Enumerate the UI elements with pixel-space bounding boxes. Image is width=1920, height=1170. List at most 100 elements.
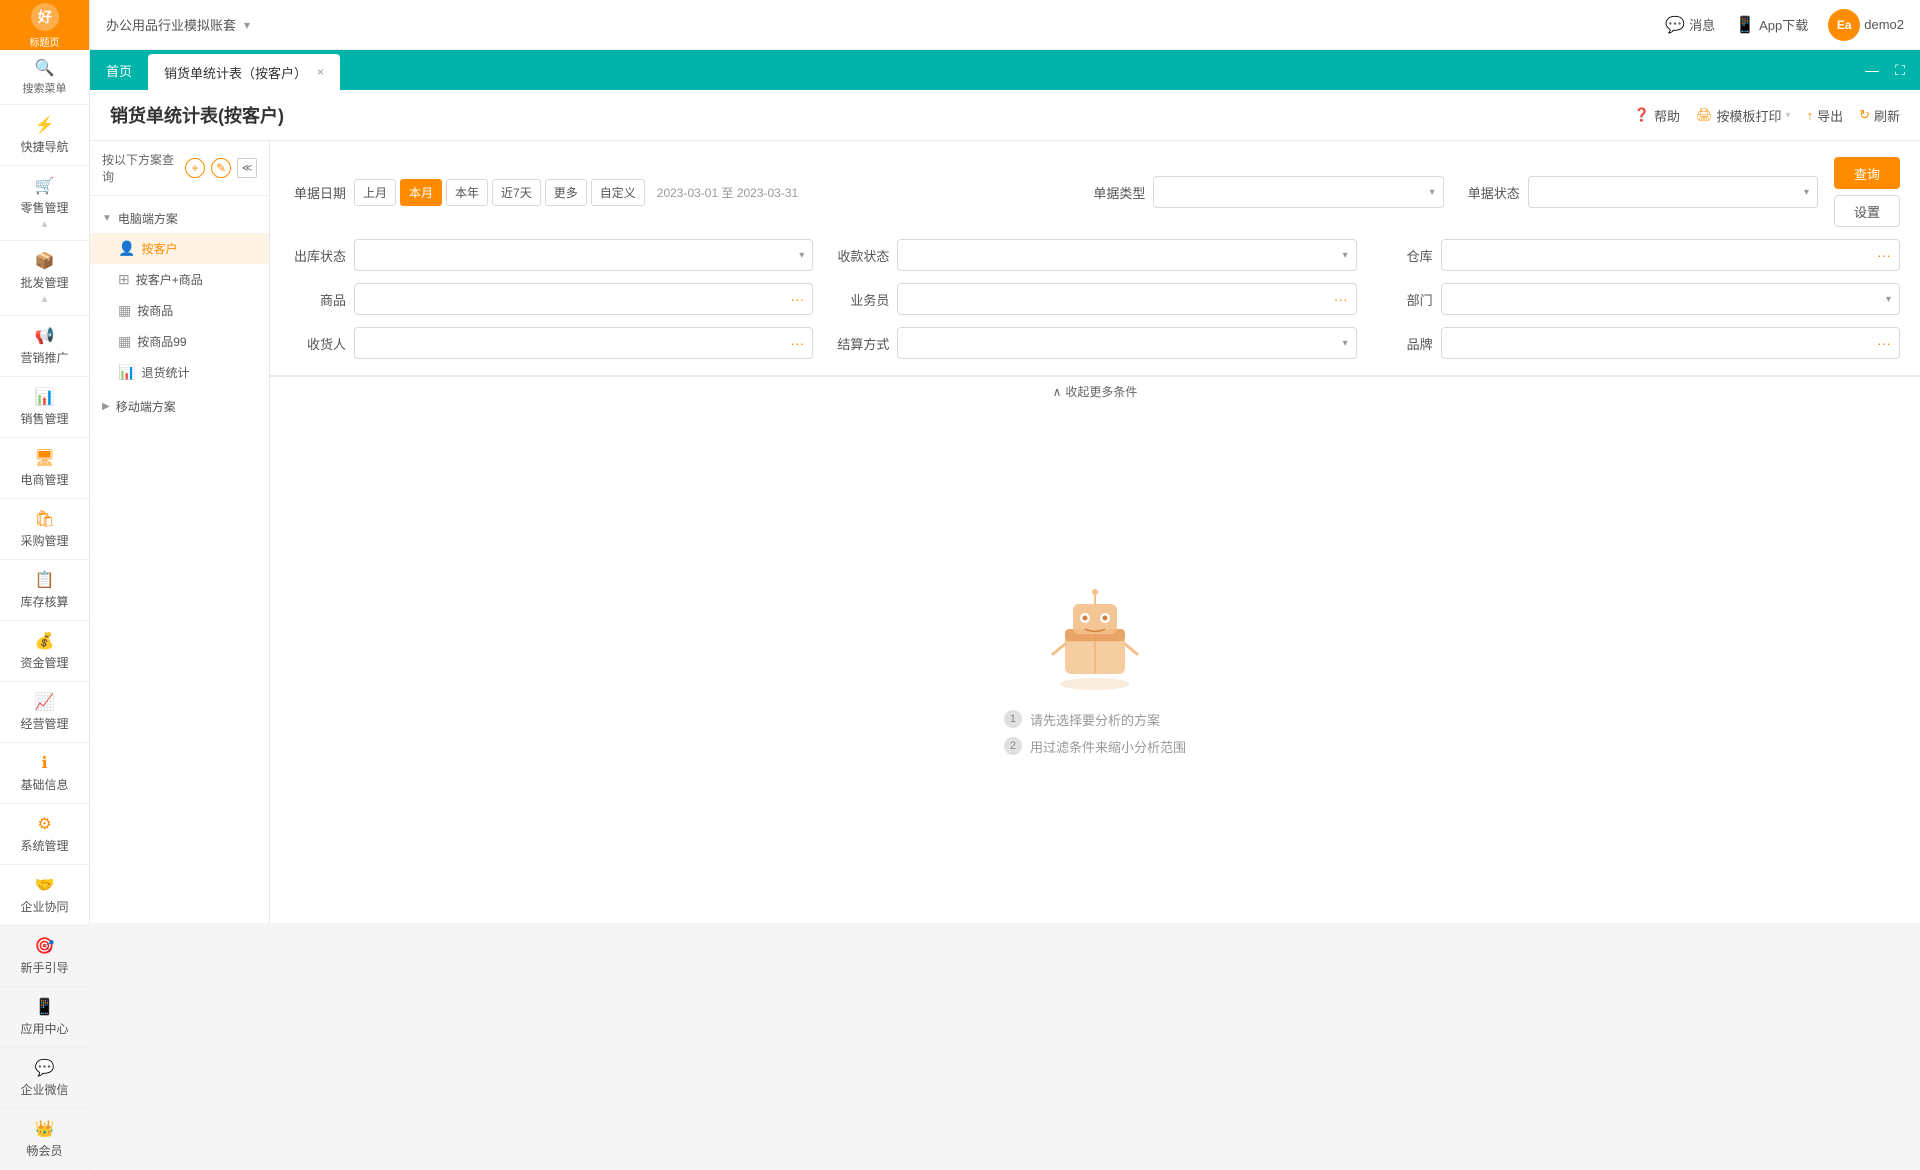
- filter-field-staff: 业务员 ···: [833, 283, 1356, 315]
- filter-group-mobile-header[interactable]: ▶ 移动端方案: [90, 392, 269, 421]
- sidebar-item-basic[interactable]: ℹ 基础信息: [0, 743, 89, 804]
- filter-panel-header-icons: + ✎ ≪: [185, 158, 257, 178]
- help-icon: ❓: [1634, 107, 1650, 123]
- sidebar-item-app-center[interactable]: 📱 应用中心: [0, 987, 89, 1048]
- tab-maximize-button[interactable]: ⛶: [1890, 60, 1910, 80]
- receiver-label: 收货人: [290, 334, 346, 353]
- sidebar-item-search[interactable]: 🔍 搜索菜单: [0, 50, 89, 105]
- filter-item-return-stats[interactable]: 📊 退货统计: [90, 357, 269, 388]
- sidebar-item-enterprise[interactable]: 🤝 企业协同: [0, 865, 89, 926]
- doc-status-select[interactable]: ▾: [1528, 176, 1818, 208]
- receipt-status-label: 收款状态: [833, 246, 889, 265]
- help-button[interactable]: ❓ 帮助: [1634, 106, 1680, 125]
- date-btn-this-year[interactable]: 本年: [446, 179, 488, 206]
- filter-field-doc-type: 单据类型 ▾: [1089, 176, 1443, 208]
- collapse-panel-button[interactable]: ≪: [237, 158, 257, 178]
- staff-select[interactable]: ···: [897, 283, 1356, 315]
- print-icon: 🖨: [1696, 107, 1713, 123]
- empty-tip-2: 2 用过滤条件来缩小分析范围: [1004, 737, 1186, 756]
- print-button[interactable]: 🖨 按模板打印 ▾: [1696, 106, 1791, 125]
- filter-item-by-product[interactable]: ▦ 按商品: [90, 295, 269, 326]
- date-btn-prev-month[interactable]: 上月: [354, 179, 396, 206]
- filter-item-by-product-label: 按商品: [137, 302, 173, 319]
- filter-field-department: 部门 ▾: [1377, 283, 1900, 315]
- receiver-dots-icon: ···: [790, 335, 804, 351]
- edit-scheme-button[interactable]: ✎: [211, 158, 231, 178]
- department-select[interactable]: ▾: [1441, 283, 1900, 315]
- receiver-select[interactable]: ···: [354, 327, 813, 359]
- top-header: 办公用品行业模拟账套 ▾ 💬 消息 📱 App下载 Ea demo2: [90, 0, 1920, 50]
- refresh-button[interactable]: ↻ 刷新: [1859, 106, 1900, 125]
- doc-type-chevron-icon: ▾: [1430, 187, 1435, 198]
- setting-button[interactable]: 设置: [1834, 195, 1900, 227]
- tip-2-text: 用过滤条件来缩小分析范围: [1030, 737, 1186, 756]
- filter-row-1: 单据日期 上月 本月 本年 近7天 更多 自定义 2023-03-01 至 20…: [290, 157, 1900, 227]
- print-label: 按模板打印: [1717, 106, 1782, 125]
- date-btn-this-month[interactable]: 本月: [400, 179, 442, 206]
- sidebar-item-inventory[interactable]: 📋 库存核算: [0, 560, 89, 621]
- sidebar-item-wholesale[interactable]: 📦 批发管理 ▲: [0, 241, 89, 316]
- sidebar-item-system[interactable]: ⚙ 系统管理: [0, 804, 89, 865]
- sidebar-item-inventory-label: 库存核算: [20, 593, 68, 610]
- sidebar-item-guide[interactable]: 🎯 新手引导: [0, 926, 89, 987]
- filter-item-by-customer[interactable]: 👤 按客户: [90, 233, 269, 264]
- sidebar-item-retail[interactable]: 🛒 零售管理 ▲: [0, 166, 89, 241]
- doc-type-select[interactable]: ▾: [1153, 176, 1443, 208]
- date-btn-custom[interactable]: 自定义: [591, 179, 645, 206]
- filter-tree: ▼ 电脑端方案 👤 按客户 ⊞ 按客户+商品 ▦: [90, 196, 269, 433]
- filter-item-by-customer-product-label: 按客户+商品: [136, 271, 203, 288]
- help-label: 帮助: [1654, 106, 1680, 125]
- sidebar-item-quick-nav[interactable]: ⚡ 快捷导航: [0, 105, 89, 166]
- sidebar-item-purchase[interactable]: 🛍 采购管理: [0, 499, 89, 560]
- sidebar-item-finance-label: 资金管理: [20, 654, 68, 671]
- filter-panel-title: 按以下方案查询: [102, 151, 185, 185]
- sidebar-item-member[interactable]: 👑 畅会员: [0, 1109, 89, 1170]
- add-scheme-button[interactable]: +: [185, 158, 205, 178]
- filter-item-by-product-99[interactable]: ▦ 按商品99: [90, 326, 269, 357]
- collapse-bar[interactable]: ∧ 收起更多条件: [270, 376, 1920, 406]
- tab-minimize-button[interactable]: —: [1862, 60, 1882, 80]
- out-status-select[interactable]: ▾: [354, 239, 813, 271]
- message-label: 消息: [1689, 15, 1715, 34]
- filter-field-payment-method: 结算方式 ▾: [833, 327, 1356, 359]
- sidebar: 好 标题页 🔍 搜索菜单 ⚡ 快捷导航 🛒 零售管理 ▲ 📦 批发管理 ▲ 📢 …: [0, 0, 90, 924]
- tab-close-icon[interactable]: ×: [317, 65, 324, 79]
- tab-report-label: 销货单统计表（按客户）: [164, 63, 307, 82]
- svg-text:好: 好: [37, 9, 52, 25]
- doc-type-label: 单据类型: [1089, 183, 1145, 202]
- date-quick-buttons: 上月 本月 本年 近7天 更多 自定义 2023-03-01 至 2023-03…: [354, 179, 1069, 206]
- department-chevron-icon: ▾: [1886, 294, 1891, 305]
- product-dots-icon: ···: [790, 291, 804, 307]
- filter-item-by-customer-product[interactable]: ⊞ 按客户+商品: [90, 264, 269, 295]
- refresh-label: 刷新: [1874, 106, 1900, 125]
- sidebar-item-marketing[interactable]: 📢 营销推广: [0, 316, 89, 377]
- export-button[interactable]: ↑ 导出: [1807, 106, 1844, 125]
- filter-group-desktop-header[interactable]: ▼ 电脑端方案: [90, 204, 269, 233]
- receipt-status-select[interactable]: ▾: [897, 239, 1356, 271]
- filter-field-doc-status: 单据状态 ▾: [1464, 176, 1818, 208]
- query-button[interactable]: 查询: [1834, 157, 1900, 189]
- sidebar-item-wechat[interactable]: 💬 企业微信: [0, 1048, 89, 1109]
- tab-report[interactable]: 销货单统计表（按客户） ×: [148, 54, 340, 90]
- date-range-display: 2023-03-01 至 2023-03-31: [657, 184, 798, 201]
- sidebar-item-system-label: 系统管理: [20, 837, 68, 854]
- sidebar-item-sales[interactable]: 📊 销售管理: [0, 377, 89, 438]
- out-status-chevron-icon: ▾: [799, 250, 804, 261]
- message-button[interactable]: 💬 消息: [1665, 15, 1715, 35]
- user-profile[interactable]: Ea demo2: [1828, 9, 1904, 41]
- desktop-group-arrow: ▼: [102, 213, 112, 224]
- product-select[interactable]: ···: [354, 283, 813, 315]
- date-btn-more[interactable]: 更多: [545, 179, 587, 206]
- brand-select[interactable]: ···: [1441, 327, 1900, 359]
- tab-home[interactable]: 首页: [90, 50, 148, 90]
- sidebar-item-ecommerce[interactable]: 🖥 电商管理: [0, 438, 89, 499]
- warehouse-select[interactable]: ···: [1441, 239, 1900, 271]
- filter-row-3: 商品 ··· 业务员 ···: [290, 283, 1900, 315]
- payment-method-select[interactable]: ▾: [897, 327, 1356, 359]
- payment-method-label: 结算方式: [833, 334, 889, 353]
- sidebar-item-operation[interactable]: 📈 经营管理: [0, 682, 89, 743]
- warehouse-label: 仓库: [1377, 246, 1433, 265]
- date-btn-last-7[interactable]: 近7天: [492, 179, 541, 206]
- app-download-button[interactable]: 📱 App下载: [1735, 15, 1808, 35]
- sidebar-item-finance[interactable]: 💰 资金管理: [0, 621, 89, 682]
